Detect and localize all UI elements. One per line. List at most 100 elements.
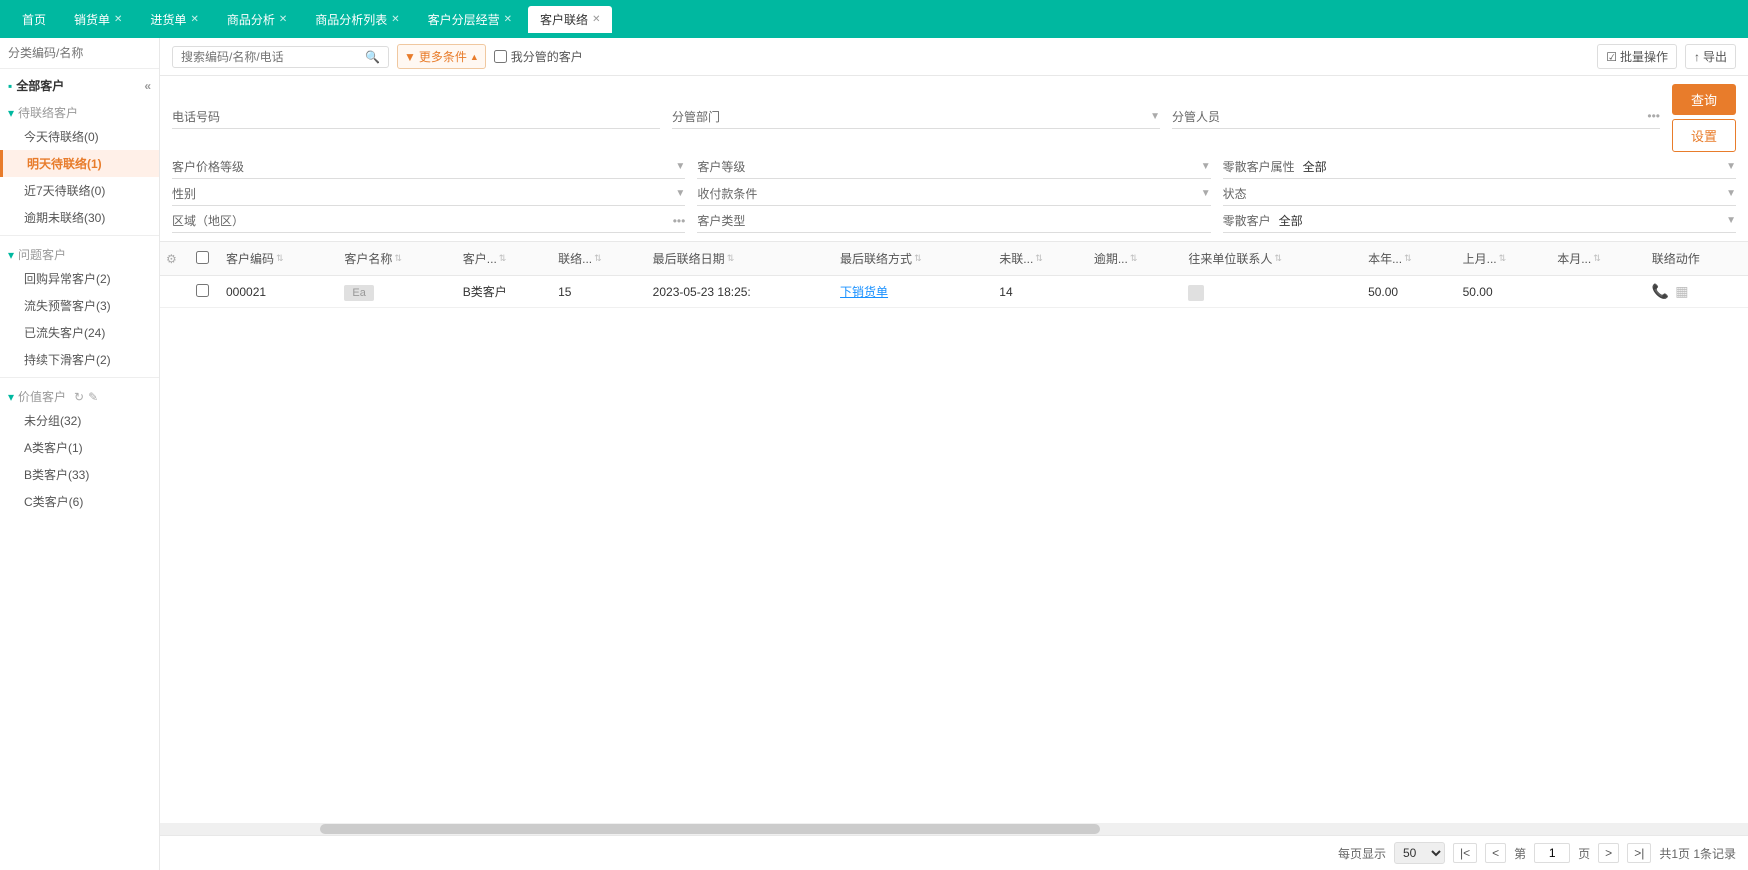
sidebar-c-class[interactable]: C类客户(6) [0, 488, 159, 515]
sidebar-today-pending[interactable]: 今天待联络(0) [0, 123, 159, 150]
my-customers-filter[interactable]: 我分管的客户 [494, 48, 583, 65]
sidebar-overdue-pending[interactable]: 逾期未联络(30) [0, 204, 159, 231]
nav-purchase[interactable]: 进货单 ✕ [138, 6, 210, 33]
th-this-month: 本月... ⇅ [1551, 242, 1646, 276]
scroll-thumb[interactable] [320, 824, 1100, 834]
sort-not-contacted-icon[interactable]: ⇅ [1035, 253, 1043, 264]
status-dropdown-icon[interactable]: ▼ [1726, 188, 1736, 199]
customer-level-dropdown-icon[interactable]: ▼ [1201, 161, 1211, 172]
sidebar-a-class[interactable]: A类客户(1) [0, 434, 159, 461]
first-page-button[interactable]: |< [1453, 843, 1477, 863]
phone-input[interactable] [224, 109, 660, 123]
scroll-indicator [160, 823, 1748, 835]
filter-icon: ▼ [404, 50, 416, 64]
prev-page-button[interactable]: < [1485, 843, 1506, 863]
filter-panel: 电话号码 分管部门 ▼ 分管人员 ••• 查询 设置 [160, 76, 1748, 242]
person-more-icon[interactable]: ••• [1647, 109, 1660, 123]
gear-icon[interactable]: ⚙ [166, 252, 177, 266]
sidebar-declining[interactable]: 持续下滑客户(2) [0, 346, 159, 373]
last-page-button[interactable]: >| [1627, 843, 1651, 863]
sidebar-group-value: ▾ 价值客户 ↻ ✎ [0, 382, 159, 407]
price-level-input[interactable] [248, 160, 671, 174]
nav-analysis-list[interactable]: 商品分析列表 ✕ [303, 6, 411, 33]
th-type: 客户... ⇅ [457, 242, 552, 276]
export-button[interactable]: ↑ 导出 [1685, 44, 1736, 69]
th-gear: ⚙ [160, 242, 190, 276]
sort-name-icon[interactable]: ⇅ [394, 253, 402, 264]
status-input[interactable] [1251, 187, 1722, 201]
sort-overdue-icon[interactable]: ⇅ [1130, 253, 1138, 264]
gender-input[interactable] [200, 187, 671, 201]
sort-this-month-icon[interactable]: ⇅ [1593, 253, 1601, 264]
filter-gender: 性别 ▼ [172, 185, 685, 206]
sort-contact-icon[interactable]: ⇅ [594, 253, 602, 264]
nav-close-purchase[interactable]: ✕ [190, 14, 198, 25]
footer: 每页显示 50 100 200 |< < 第 页 > >| 共1页 1条记录 [160, 835, 1748, 870]
sidebar-7days-pending[interactable]: 近7天待联络(0) [0, 177, 159, 204]
sidebar-churned[interactable]: 已流失客户(24) [0, 319, 159, 346]
retail-customer-dropdown-icon[interactable]: ▼ [1726, 215, 1736, 226]
sidebar-abnormal-repurchase[interactable]: 回购异常客户(2) [0, 265, 159, 292]
sidebar-all-label[interactable]: 全部客户 [16, 77, 64, 94]
customer-level-input[interactable] [749, 160, 1196, 174]
value-group-refresh-icon[interactable]: ↻ [74, 390, 84, 404]
region-input[interactable] [248, 214, 669, 228]
my-customers-checkbox[interactable] [494, 50, 507, 63]
nav-sales[interactable]: 销货单 ✕ [62, 6, 134, 33]
sort-this-year-icon[interactable]: ⇅ [1404, 253, 1412, 264]
search-icon[interactable]: 🔍 [365, 50, 380, 64]
region-more-icon[interactable]: ••• [673, 214, 686, 228]
sort-last-method-icon[interactable]: ⇅ [914, 253, 922, 264]
nav-analysis[interactable]: 商品分析 ✕ [215, 6, 299, 33]
select-all-checkbox[interactable] [196, 251, 209, 264]
sidebar-search-input[interactable] [8, 46, 160, 60]
sidebar-collapse-icon[interactable]: « [144, 79, 151, 93]
th-unit-contact: 往来单位联系人 ⇅ [1182, 242, 1362, 276]
main-layout: 🔍 ▪ 全部客户 « ▾ 待联络客户 今天待联络(0) 明天待联络(1) 近7天… [0, 38, 1748, 870]
filter-customer-level: 客户等级 ▼ [697, 158, 1210, 179]
value-group-edit-icon[interactable]: ✎ [88, 390, 98, 404]
next-page-button[interactable]: > [1598, 843, 1619, 863]
page-size-select[interactable]: 50 100 200 [1394, 842, 1445, 864]
nav-close-sales[interactable]: ✕ [114, 14, 122, 25]
nav-home[interactable]: 首页 [10, 6, 58, 33]
payment-input[interactable] [761, 187, 1196, 201]
table-header-row: ⚙ 客户编码 ⇅ 客户名称 [160, 242, 1748, 276]
dept-dropdown-icon[interactable]: ▼ [1150, 111, 1160, 122]
person-input[interactable] [1224, 109, 1643, 123]
sidebar-b-class[interactable]: B类客户(33) [0, 461, 159, 488]
content-area: 🔍 ▼ 更多条件 ▲ 我分管的客户 ☑ 批量操作 ↑ 导出 [160, 38, 1748, 870]
payment-dropdown-icon[interactable]: ▼ [1201, 188, 1211, 199]
nav-close-analysis[interactable]: ✕ [279, 14, 287, 25]
more-filter-button[interactable]: ▼ 更多条件 ▲ [397, 44, 486, 69]
dept-input[interactable] [724, 109, 1146, 123]
search-input[interactable] [181, 50, 361, 64]
set-button[interactable]: 设置 [1672, 119, 1736, 152]
nav-customer-tier[interactable]: 客户分层经营 ✕ [416, 6, 524, 33]
sort-code-icon[interactable]: ⇅ [276, 253, 284, 264]
sidebar-ungrouped[interactable]: 未分组(32) [0, 407, 159, 434]
nav-close-analysis-list[interactable]: ✕ [391, 14, 399, 25]
sidebar-tomorrow-pending[interactable]: 明天待联络(1) [0, 150, 159, 177]
query-button[interactable]: 查询 [1672, 84, 1736, 115]
sort-last-date-icon[interactable]: ⇅ [727, 253, 735, 264]
page-number-input[interactable] [1534, 843, 1570, 863]
nav-close-customer-tier[interactable]: ✕ [504, 14, 512, 25]
action-phone-icon[interactable]: 📞 [1652, 283, 1669, 300]
nav-close-customer-contact[interactable]: ✕ [592, 14, 600, 25]
price-level-dropdown-icon[interactable]: ▼ [675, 161, 685, 172]
customer-table: ⚙ 客户编码 ⇅ 客户名称 [160, 242, 1748, 308]
action-grid-icon[interactable]: ▦ [1675, 283, 1688, 300]
td-this-month [1551, 276, 1646, 308]
sort-unit-contact-icon[interactable]: ⇅ [1274, 253, 1282, 264]
nav-customer-contact[interactable]: 客户联络 ✕ [528, 6, 612, 33]
sort-last-month-icon[interactable]: ⇅ [1499, 253, 1507, 264]
sort-type-icon[interactable]: ⇅ [499, 253, 507, 264]
row-checkbox[interactable] [196, 284, 209, 297]
customer-type-input[interactable] [749, 214, 1210, 228]
gender-dropdown-icon[interactable]: ▼ [675, 188, 685, 199]
batch-operation-button[interactable]: ☑ 批量操作 [1597, 44, 1677, 69]
filter-dept: 分管部门 ▼ [672, 108, 1160, 129]
retail-attr-dropdown-icon[interactable]: ▼ [1726, 161, 1736, 172]
sidebar-churn-warning[interactable]: 流失预警客户(3) [0, 292, 159, 319]
